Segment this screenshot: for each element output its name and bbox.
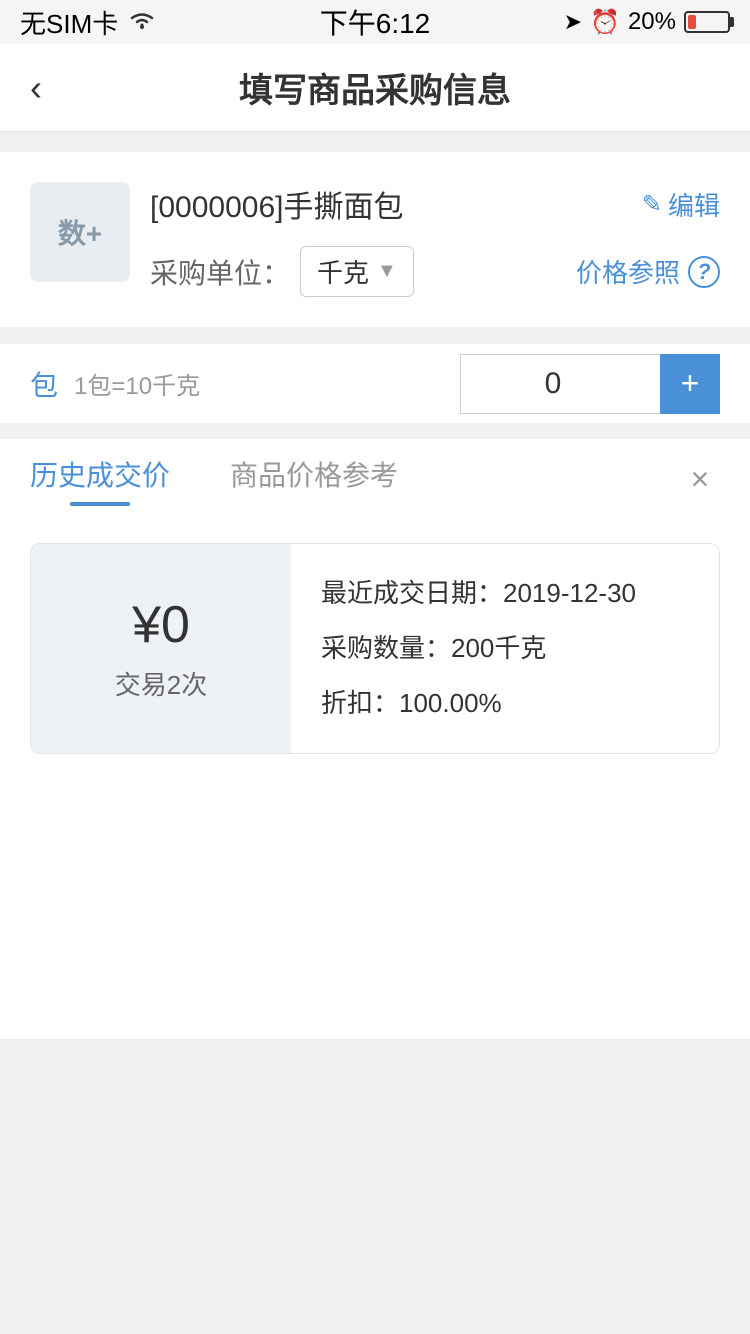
page-title: 填写商品采购信息 xyxy=(239,63,511,112)
tabs-header: 历史成交价 商品价格参考 × xyxy=(0,439,750,519)
unit-dropdown-icon: ▼ xyxy=(377,260,397,283)
price-ref-label: 价格参照 xyxy=(576,253,680,290)
bag-label: 包 xyxy=(30,364,58,404)
latest-date-row: 最近成交日期：2019-12-30 xyxy=(321,574,689,613)
purchase-qty-row: 采购数量：200千克 xyxy=(321,629,689,668)
tabs-list: 历史成交价 商品价格参考 xyxy=(30,454,398,504)
price-ref-help-icon: ? xyxy=(688,256,720,288)
status-carrier: 无SIM卡 xyxy=(20,4,156,41)
product-section: 数+ [0000006]手撕面包 ✎ 编辑 采购单位： 千克 ▼ xyxy=(0,152,750,327)
status-right: ➤ ⏰ 20% xyxy=(564,8,730,37)
quantity-controls: + xyxy=(460,354,720,414)
tabs-section: 历史成交价 商品价格参考 × ¥0 交易2次 最近成交日期：2019-12-30 xyxy=(0,439,750,1040)
quantity-label-group: 包 1包=10千克 xyxy=(30,364,200,404)
purchase-qty-value: 200千克 xyxy=(451,633,546,663)
location-icon: ➤ xyxy=(564,9,582,35)
discount-row: 折扣：100.00% xyxy=(321,684,689,723)
tab-price-ref-label: 商品价格参考 xyxy=(230,460,398,491)
edit-button[interactable]: ✎ 编辑 xyxy=(642,186,720,223)
battery-icon xyxy=(684,11,730,33)
product-full-name: [0000006]手撕面包 xyxy=(150,182,403,226)
alarm-icon: ⏰ xyxy=(590,8,620,37)
content-area: 历史成交价 商品价格参考 × ¥0 交易2次 最近成交日期：2019-12-30 xyxy=(0,439,750,1039)
increment-button[interactable]: + xyxy=(660,354,720,414)
product-details: [0000006]手撕面包 ✎ 编辑 采购单位： 千克 ▼ 价格参照 ? xyxy=(150,182,720,297)
purchase-unit-label: 采购单位： xyxy=(150,252,290,292)
tab-product-price-ref[interactable]: 商品价格参考 xyxy=(230,454,398,504)
latest-date-label: 最近成交日期： xyxy=(321,578,503,608)
product-name-row: [0000006]手撕面包 ✎ 编辑 xyxy=(150,182,720,226)
close-icon: × xyxy=(691,461,710,498)
battery-fill xyxy=(688,15,696,29)
latest-date-value: 2019-12-30 xyxy=(503,578,636,608)
product-logo: 数+ xyxy=(30,182,130,282)
unit-value: 千克 xyxy=(317,253,369,290)
card-trade-count: 交易2次 xyxy=(115,665,207,702)
card-price-value: ¥0 xyxy=(132,595,190,655)
tab-close-button[interactable]: × xyxy=(680,459,720,499)
logo-text: 数+ xyxy=(58,212,102,252)
purchase-qty-label: 采购数量： xyxy=(321,633,451,663)
tab-history-price[interactable]: 历史成交价 xyxy=(30,454,170,504)
edit-label: 编辑 xyxy=(668,186,720,223)
card-details-section: 最近成交日期：2019-12-30 采购数量：200千克 折扣：100.00% xyxy=(291,544,719,753)
discount-label: 折扣： xyxy=(321,688,399,718)
back-button[interactable]: ‹ xyxy=(30,67,90,109)
discount-value: 100.00% xyxy=(399,688,502,718)
history-card: ¥0 交易2次 最近成交日期：2019-12-30 采购数量：200千克 折扣：… xyxy=(30,543,720,754)
card-price-section: ¥0 交易2次 xyxy=(31,544,291,753)
nav-bar: ‹ 填写商品采购信息 xyxy=(0,44,750,132)
product-header: 数+ [0000006]手撕面包 ✎ 编辑 采购单位： 千克 ▼ xyxy=(30,182,720,297)
quantity-section: 包 1包=10千克 + xyxy=(0,343,750,423)
quantity-input[interactable] xyxy=(460,354,660,414)
purchase-unit-row: 采购单位： 千克 ▼ 价格参照 ? xyxy=(150,246,720,297)
status-time: 下午6:12 xyxy=(320,2,431,42)
wifi-icon xyxy=(128,7,156,38)
price-reference-button[interactable]: 价格参照 ? xyxy=(576,253,720,290)
carrier-text: 无SIM卡 xyxy=(20,4,118,41)
status-bar: 无SIM卡 下午6:12 ➤ ⏰ 20% xyxy=(0,0,750,44)
edit-icon: ✎ xyxy=(642,190,662,219)
tab-history-label: 历史成交价 xyxy=(30,460,170,491)
battery-percent: 20% xyxy=(628,8,676,36)
bag-unit-hint: 1包=10千克 xyxy=(74,366,200,401)
unit-select[interactable]: 千克 ▼ xyxy=(300,246,414,297)
